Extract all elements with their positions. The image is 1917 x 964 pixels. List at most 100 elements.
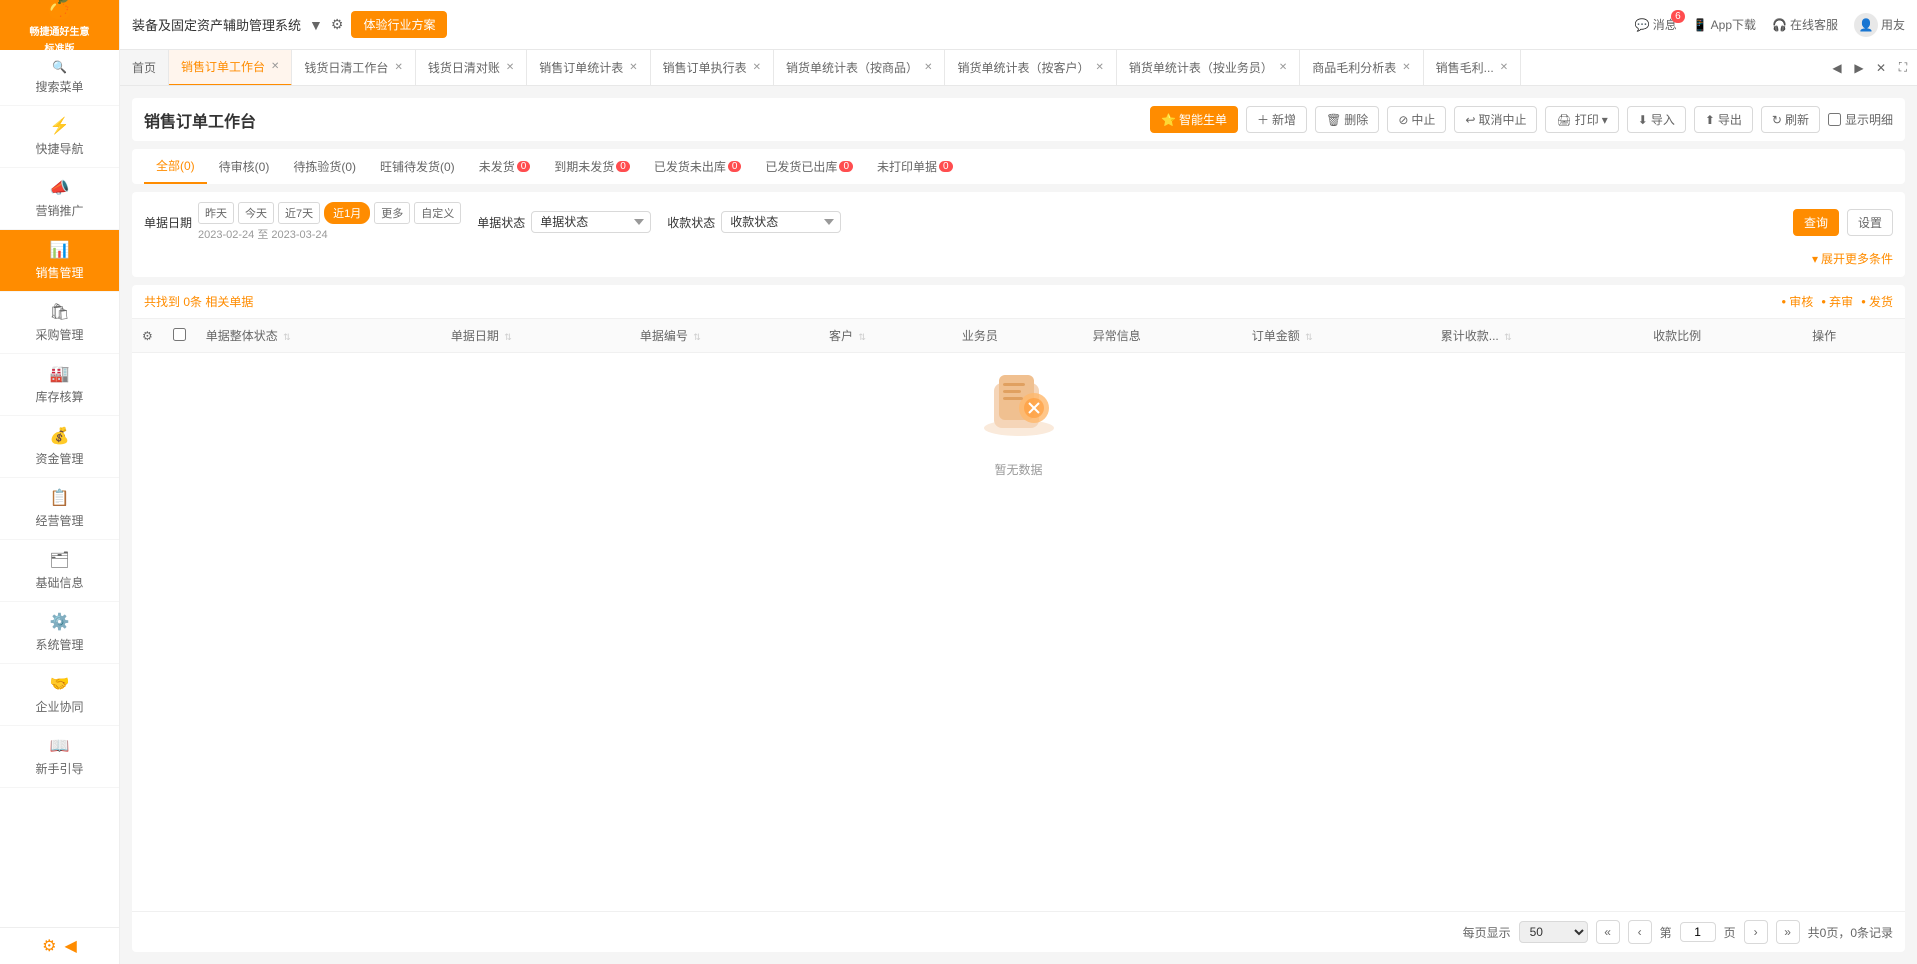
cancel-pause-btn[interactable]: ↩ 取消中止	[1454, 106, 1537, 133]
date-opt-custom[interactable]: 自定义	[414, 202, 461, 224]
pause-btn[interactable]: ⊘ 中止	[1387, 106, 1446, 133]
tab-close-icon[interactable]: ✕	[394, 62, 402, 73]
status-filter: 单据状态 单据状态	[477, 211, 651, 233]
tab-close-icon[interactable]: ✕	[506, 62, 514, 73]
sidebar-item-operations[interactable]: 📋 经营管理	[0, 478, 119, 540]
sort-icon[interactable]: ⇅	[1504, 332, 1512, 342]
date-opt-more[interactable]: 更多	[374, 202, 410, 224]
tab-close-icon[interactable]: ✕	[924, 62, 932, 73]
tab-sales-stats[interactable]: 销售订单统计表 ✕	[527, 50, 650, 86]
sub-tab-shipped-out[interactable]: 已发货已出库 0	[753, 150, 865, 183]
sub-tab-unshipped[interactable]: 未发货 0	[467, 150, 543, 183]
export-btn[interactable]: ⬆ 导出	[1694, 106, 1753, 133]
tab-close-icon[interactable]: ✕	[271, 61, 279, 72]
app-download-btn[interactable]: 📱 App下载	[1693, 16, 1756, 33]
sub-tab-unprinted[interactable]: 未打印单据 0	[865, 150, 965, 183]
sidebar-item-base[interactable]: 🗂 基础信息	[0, 540, 119, 602]
per-page-label: 每页显示	[1463, 924, 1511, 941]
first-page-btn[interactable]: «	[1596, 920, 1620, 944]
show-detail-checkbox[interactable]: 显示明细	[1828, 111, 1893, 128]
audit-btn[interactable]: 审核	[1781, 293, 1813, 310]
refresh-btn[interactable]: ↻ 刷新	[1761, 106, 1820, 133]
last-page-btn[interactable]: »	[1776, 920, 1800, 944]
sub-tab-shipped-not-out[interactable]: 已发货未出库 0	[642, 150, 754, 183]
tab-sales-staff[interactable]: 销货单统计表（按业务员） ✕	[1117, 50, 1300, 86]
sidebar-item-system[interactable]: ⚙️ 系统管理	[0, 602, 119, 664]
date-opt-yesterday[interactable]: 昨天	[198, 202, 234, 224]
sidebar-item-inventory[interactable]: 🏭 库存核算	[0, 354, 119, 416]
sub-tab-all[interactable]: 全部(0)	[144, 149, 207, 184]
tab-close-icon[interactable]: ✕	[1095, 62, 1103, 73]
tab-close-icon[interactable]: ✕	[1402, 62, 1410, 73]
sub-tab-overdue-unshipped[interactable]: 到期未发货 0	[542, 150, 642, 183]
filter-settings-btn[interactable]: 设置	[1847, 209, 1893, 236]
tab-close-icon[interactable]: ✕	[1279, 62, 1287, 73]
industry-btn[interactable]: 体验行业方案	[351, 11, 447, 38]
per-page-select[interactable]: 10 20 50 100	[1519, 921, 1588, 943]
sort-icon[interactable]: ⇅	[693, 332, 701, 342]
sidebar-item-search[interactable]: 🔍 搜索菜单	[0, 50, 119, 106]
sidebar-item-purchase[interactable]: 🛍 采购管理	[0, 292, 119, 354]
sort-icon[interactable]: ⇅	[1305, 332, 1313, 342]
tab-gross-profit[interactable]: 商品毛利分析表 ✕	[1300, 50, 1423, 86]
expand-filter-btn[interactable]: ▾ 展开更多条件	[1812, 250, 1893, 267]
cancel-audit-btn[interactable]: 弃审	[1821, 293, 1853, 310]
settings-icon[interactable]: ⚙	[142, 329, 153, 343]
sub-tab-wangpu-delivery[interactable]: 旺铺待发货(0)	[368, 150, 467, 183]
tab-nav-prev[interactable]: ◀	[1827, 58, 1847, 78]
topbar-expand-btn[interactable]: ▼	[309, 17, 323, 33]
ship-btn[interactable]: 发货	[1861, 293, 1893, 310]
sub-tab-pending-inspection[interactable]: 待拣验货(0)	[281, 150, 368, 183]
select-all-checkbox[interactable]	[173, 328, 186, 341]
sidebar-item-enterprise[interactable]: 🤝 企业协同	[0, 664, 119, 726]
user-label: 用友	[1881, 16, 1905, 33]
next-page-btn[interactable]: ›	[1744, 920, 1768, 944]
user-menu-btn[interactable]: 👤 用友	[1854, 13, 1905, 37]
tab-sales-exec[interactable]: 销售订单执行表 ✕	[651, 50, 774, 86]
sidebar-settings-btn[interactable]: ⚙	[42, 936, 56, 956]
print-btn[interactable]: 🖨 打印 ▾	[1545, 106, 1618, 133]
page-input[interactable]	[1680, 922, 1716, 942]
show-detail-input[interactable]	[1828, 113, 1841, 126]
sidebar-item-guide[interactable]: 📖 新手引导	[0, 726, 119, 788]
messages-btn[interactable]: 💬 消息 6	[1635, 16, 1677, 33]
sort-icon[interactable]: ⇅	[504, 332, 512, 342]
tab-close-icon[interactable]: ✕	[629, 62, 637, 73]
prev-page-btn[interactable]: ‹	[1628, 920, 1652, 944]
table-scroll-area[interactable]: ⚙ 单据整体状态 ⇅ 单据日期 ⇅	[132, 319, 1905, 911]
tab-home[interactable]: 首页	[120, 50, 169, 86]
tab-sales-order-workbench[interactable]: 销售订单工作台 ✕	[169, 50, 292, 86]
sort-icon[interactable]: ⇅	[858, 332, 866, 342]
import-btn[interactable]: ⬇ 导入	[1627, 106, 1686, 133]
tab-sales-customer[interactable]: 销货单统计表（按客户） ✕	[945, 50, 1116, 86]
sidebar-collapse-btn[interactable]: ◀	[65, 936, 77, 956]
tab-nav-fullscreen[interactable]: ⛶	[1893, 58, 1913, 78]
date-opt-7days[interactable]: 近7天	[278, 202, 320, 224]
delete-btn[interactable]: 🗑 删除	[1315, 106, 1379, 133]
date-opt-today[interactable]: 今天	[238, 202, 274, 224]
topbar-settings-btn[interactable]: ⚙	[331, 16, 344, 33]
add-btn[interactable]: ＋ 新增	[1246, 106, 1307, 133]
sidebar-item-marketing[interactable]: 📣 营销推广	[0, 168, 119, 230]
search-btn[interactable]: 查询	[1793, 209, 1839, 236]
sidebar-item-quick-nav[interactable]: ⚡ 快捷导航	[0, 106, 119, 168]
tab-sales-gross[interactable]: 销售毛利... ✕	[1424, 50, 1521, 86]
payment-select[interactable]: 收款状态	[721, 211, 841, 233]
tab-close-icon[interactable]: ✕	[1500, 62, 1508, 73]
smart-create-btn[interactable]: ⭐ 智能生单	[1150, 106, 1238, 133]
table-header-row: ⚙ 单据整体状态 ⇅ 单据日期 ⇅	[132, 319, 1905, 353]
tab-nav-next[interactable]: ▶	[1849, 58, 1869, 78]
online-service-btn[interactable]: 🎧 在线客服	[1772, 16, 1838, 33]
sort-icon[interactable]: ⇅	[283, 332, 291, 342]
sidebar-item-finance[interactable]: 💰 资金管理	[0, 416, 119, 478]
tab-nav-close[interactable]: ✕	[1871, 58, 1891, 78]
tab-daily-reconcile[interactable]: 钱货日清对账 ✕	[416, 50, 527, 86]
tab-daily-clear[interactable]: 钱货日清工作台 ✕	[292, 50, 415, 86]
plus-icon: ＋	[1257, 111, 1269, 128]
sidebar-item-sales[interactable]: 📊 销售管理	[0, 230, 119, 292]
tab-close-icon[interactable]: ✕	[753, 62, 761, 73]
tab-sales-product[interactable]: 销货单统计表（按商品） ✕	[774, 50, 945, 86]
status-select[interactable]: 单据状态	[531, 211, 651, 233]
sub-tab-pending-review[interactable]: 待审核(0)	[207, 150, 282, 183]
date-opt-1month[interactable]: 近1月	[324, 202, 370, 224]
